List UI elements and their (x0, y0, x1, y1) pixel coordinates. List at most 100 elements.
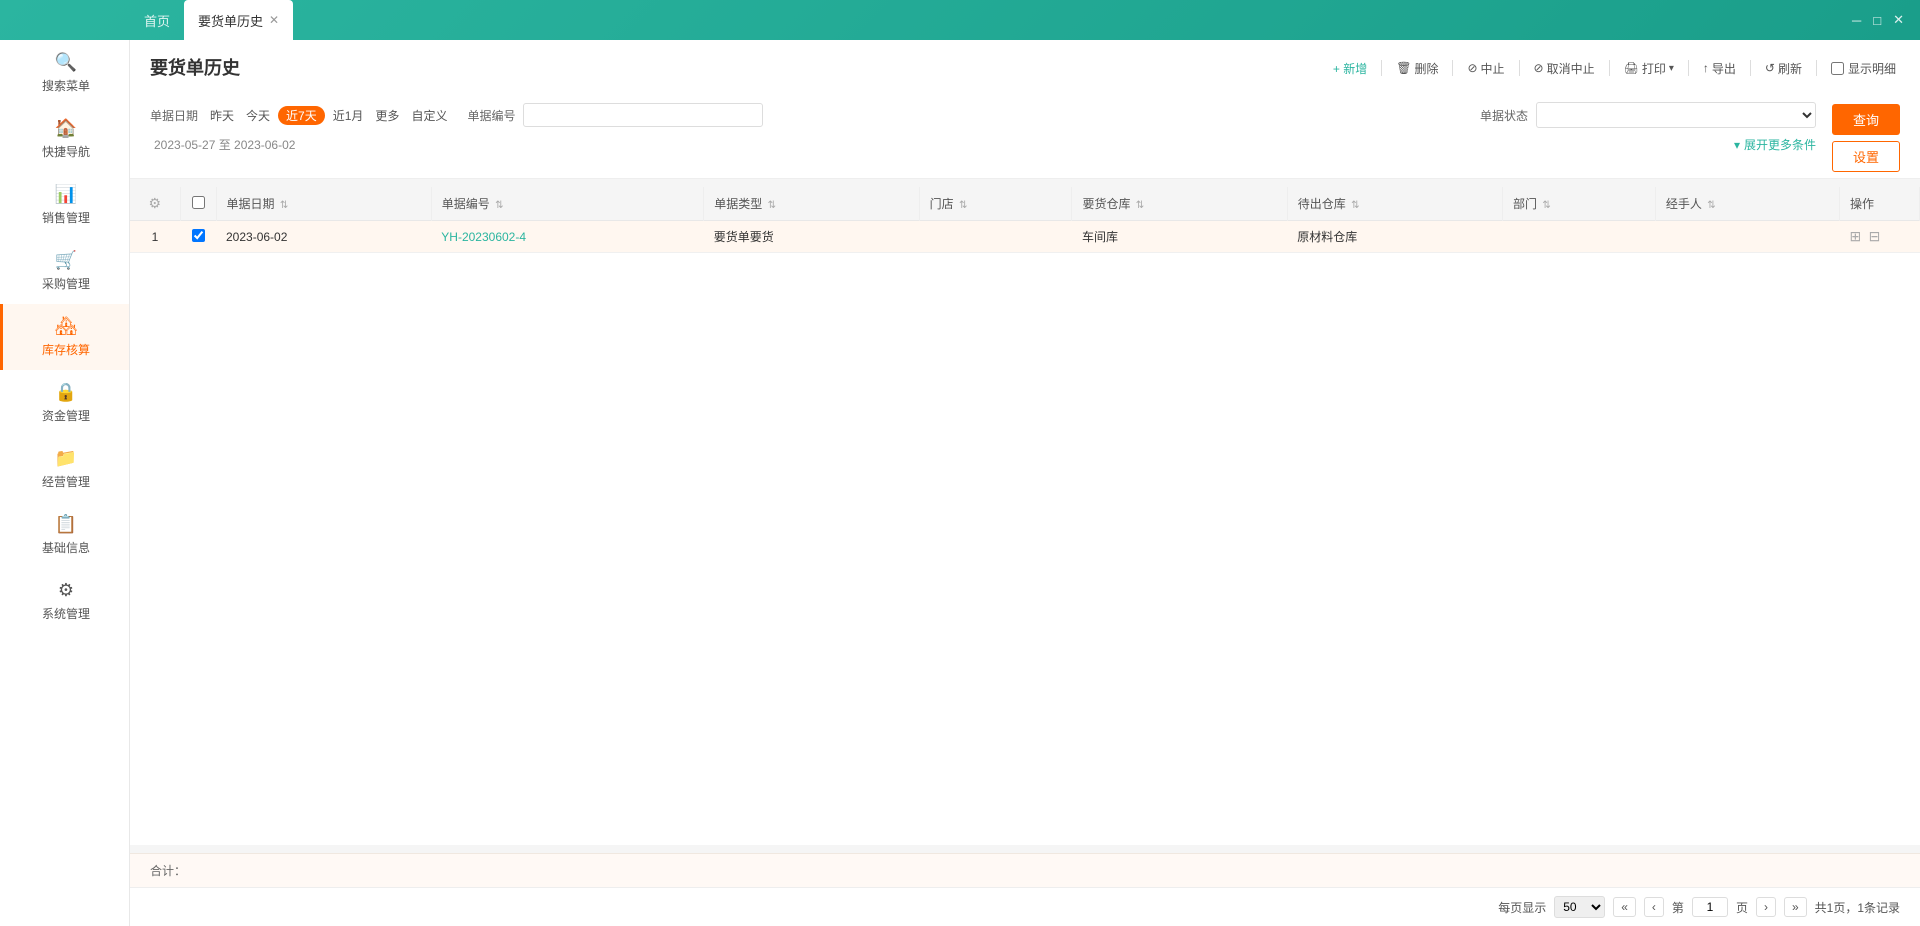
cell-ops: ⊞ ⊟ (1840, 221, 1920, 253)
date-btn-1month[interactable]: 近1月 (329, 106, 368, 125)
sidebar-item-label: 基础信息 (42, 539, 90, 556)
sidebar-item-label: 采购管理 (42, 275, 90, 292)
sidebar-item-inventory[interactable]: 🏘 库存核算 (0, 304, 129, 370)
col-header-doc-type: 单据类型 ⇅ (704, 187, 919, 221)
date-btn-7days[interactable]: 近7天 (278, 106, 325, 125)
requisition-table: ⚙ 单据日期 ⇅ 单据编号 ⇅ (130, 187, 1920, 253)
sidebar-item-search-menu[interactable]: 🔍 搜索菜单 (0, 40, 129, 106)
refresh-button[interactable]: ↺ 刷新 (1761, 58, 1806, 79)
divider (1750, 60, 1751, 76)
sort-pending-warehouse-icon[interactable]: ⇅ (1351, 200, 1359, 211)
finance-mgmt-icon: 🔒 (55, 382, 77, 403)
page-label: 第 (1672, 899, 1684, 916)
col-header-doc-no-label: 单据编号 (442, 197, 490, 211)
date-filter-label: 单据日期 (150, 107, 198, 124)
date-btn-custom[interactable]: 自定义 (407, 106, 451, 125)
purchase-mgmt-icon: 🛒 (55, 250, 77, 271)
date-quick-btns: 昨天 今天 近7天 近1月 更多 自定义 (206, 106, 451, 125)
table-container: ⚙ 单据日期 ⇅ 单据编号 ⇅ (130, 187, 1920, 845)
page-size-select[interactable]: 50 20 100 200 (1554, 896, 1605, 918)
new-button[interactable]: + 新增 (1329, 58, 1371, 79)
table-row: 1 2023-06-02 YH-20230602-4 要货单要货 车间库 原材料… (130, 221, 1920, 253)
sort-doc-no-icon[interactable]: ⇅ (495, 200, 503, 211)
sort-handler-icon[interactable]: ⇅ (1707, 200, 1715, 211)
export-button[interactable]: ↑ 导出 (1699, 58, 1740, 79)
page-suffix: 页 (1736, 899, 1748, 916)
sidebar-item-label: 经营管理 (42, 473, 90, 490)
sidebar: 🔍 搜索菜单 🏠 快捷导航 📊 销售管理 🛒 采购管理 🏘 库存核算 🔒 资金管… (0, 40, 130, 926)
sidebar-item-finance-mgmt[interactable]: 🔒 资金管理 (0, 370, 129, 436)
print-dropdown-icon: ▾ (1669, 63, 1674, 74)
query-button[interactable]: 查询 (1832, 104, 1900, 135)
expand-filter-btn[interactable]: ▾ 展开更多条件 (1734, 136, 1816, 153)
display-detail-toggle[interactable]: 显示明细 (1827, 58, 1900, 79)
divider (1519, 60, 1520, 76)
tab-requisition-history[interactable]: 要货单历史 ✕ (184, 0, 293, 40)
sort-req-warehouse-icon[interactable]: ⇅ (1136, 200, 1144, 211)
status-filter-select[interactable] (1536, 102, 1816, 128)
col-header-doc-date: 单据日期 ⇅ (216, 187, 431, 221)
summary-label: 合计： (150, 864, 186, 878)
last-page-btn[interactable]: » (1784, 897, 1807, 917)
filter-group-docno: 单据编号 (467, 103, 763, 127)
col-header-req-warehouse: 要货仓库 ⇅ (1072, 187, 1287, 221)
sidebar-item-quick-nav[interactable]: 🏠 快捷导航 (0, 106, 129, 172)
sidebar-item-basic-info[interactable]: 📋 基础信息 (0, 502, 129, 568)
filter-group-status: 单据状态 (1480, 102, 1816, 128)
date-btn-today[interactable]: 今天 (242, 106, 274, 125)
page-number-input[interactable] (1692, 897, 1728, 917)
sort-department-icon[interactable]: ⇅ (1542, 200, 1550, 211)
next-page-btn[interactable]: › (1756, 897, 1776, 917)
cancel-stop-button[interactable]: ⊘ 取消中止 (1530, 58, 1599, 79)
sidebar-item-operations-mgmt[interactable]: 📁 经营管理 (0, 436, 129, 502)
col-header-settings: ⚙ (130, 187, 180, 221)
col-header-pending-warehouse-label: 待出仓库 (1298, 197, 1346, 211)
table-footer: 合计： (130, 853, 1920, 887)
table-settings-icon[interactable]: ⚙ (148, 195, 161, 211)
sort-doc-type-icon[interactable]: ⇅ (768, 200, 776, 211)
filter-action-btns: 查询 设置 (1832, 102, 1900, 172)
tab-close-icon[interactable]: ✕ (269, 13, 279, 27)
stop-button[interactable]: ⊘ 中止 (1463, 58, 1508, 79)
date-range-display: 2023-05-27 至 2023-06-02 (154, 136, 295, 153)
close-icon[interactable]: ✕ (1893, 12, 1904, 28)
inventory-icon: 🏘 (55, 316, 78, 337)
maximize-icon[interactable]: □ (1873, 13, 1881, 28)
sidebar-item-purchase-mgmt[interactable]: 🛒 采购管理 (0, 238, 129, 304)
sort-store-icon[interactable]: ⇅ (959, 200, 967, 211)
cell-doc-type: 要货单要货 (704, 221, 919, 253)
row-more-icon[interactable]: ⊟ (1869, 228, 1881, 244)
system-mgmt-icon: ⚙ (58, 580, 74, 601)
print-button[interactable]: 🖨 打印 ▾ (1620, 58, 1678, 79)
col-header-ops: 操作 (1840, 187, 1920, 221)
settings-button[interactable]: 设置 (1832, 141, 1900, 172)
doc-no-link[interactable]: YH-20230602-4 (441, 230, 526, 244)
prev-page-btn[interactable]: ‹ (1644, 897, 1664, 917)
col-header-handler: 经手人 ⇅ (1655, 187, 1839, 221)
divider (1688, 60, 1689, 76)
refresh-icon: ↺ (1765, 61, 1775, 75)
row-edit-icon[interactable]: ⊞ (1850, 228, 1862, 244)
delete-button[interactable]: 🗑 删除 (1392, 58, 1442, 79)
date-btn-more[interactable]: 更多 (371, 106, 403, 125)
date-btn-yesterday[interactable]: 昨天 (206, 106, 238, 125)
select-all-checkbox[interactable] (192, 196, 205, 209)
expand-icon: ▾ (1734, 138, 1740, 152)
pagination: 每页显示 50 20 100 200 « ‹ 第 页 › » 共1页，1条记录 (130, 887, 1920, 926)
minimize-icon[interactable]: ─ (1852, 13, 1861, 28)
sort-doc-date-icon[interactable]: ⇅ (280, 200, 288, 211)
docno-filter-input[interactable] (523, 103, 763, 127)
sidebar-item-sales-mgmt[interactable]: 📊 销售管理 (0, 172, 129, 238)
sidebar-item-label: 资金管理 (42, 407, 90, 424)
row-checkbox[interactable] (192, 229, 205, 242)
divider (1381, 60, 1382, 76)
col-header-pending-warehouse: 待出仓库 ⇅ (1287, 187, 1502, 221)
sidebar-item-system-mgmt[interactable]: ⚙ 系统管理 (0, 568, 129, 634)
display-detail-checkbox[interactable] (1831, 62, 1844, 75)
divider (1609, 60, 1610, 76)
col-header-doc-date-label: 单据日期 (227, 197, 275, 211)
tab-home[interactable]: 首页 (130, 0, 184, 40)
divider (1816, 60, 1817, 76)
first-page-btn[interactable]: « (1613, 897, 1636, 917)
stop-icon: ⊘ (1467, 61, 1477, 75)
